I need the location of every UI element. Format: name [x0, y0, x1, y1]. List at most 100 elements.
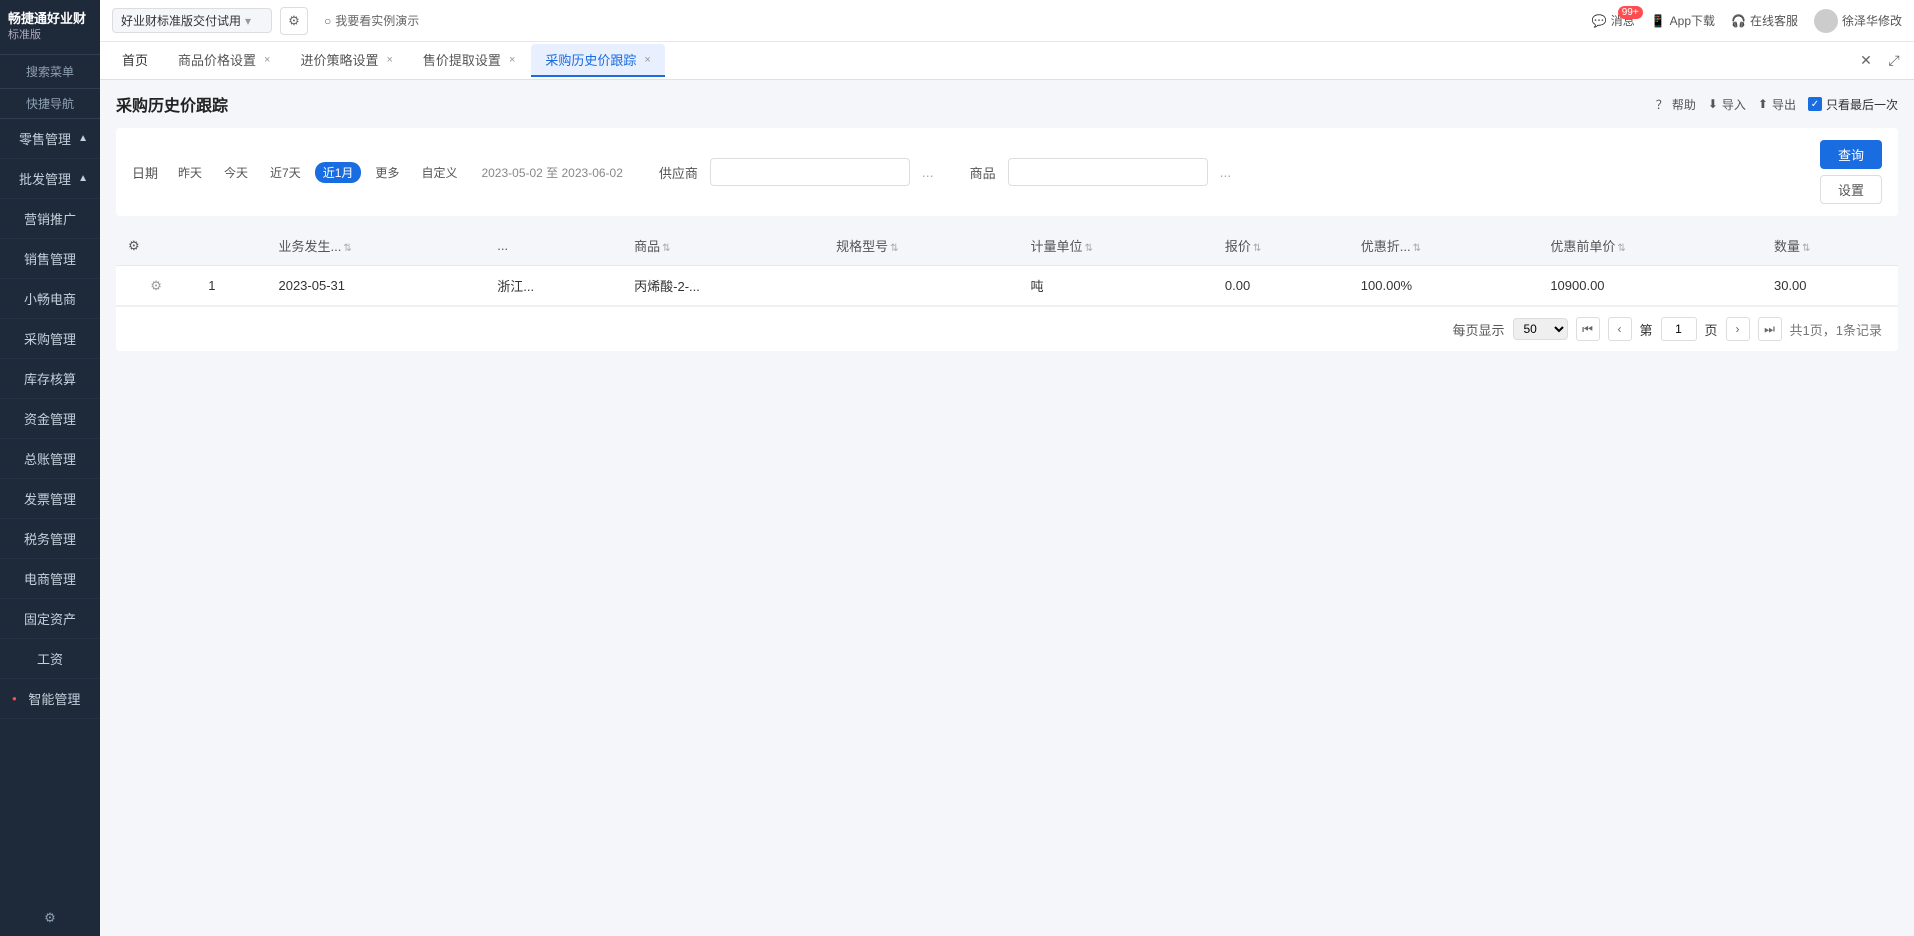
page-unit: 页	[1705, 320, 1718, 339]
sidebar-item-wholesale[interactable]: 批发管理▲	[0, 159, 100, 199]
import-icon: ⬇	[1708, 97, 1718, 111]
col-gear: ⚙	[116, 226, 196, 266]
col-discount[interactable]: 优惠折...⇅	[1349, 226, 1539, 266]
col-pre_discount_price[interactable]: 优惠前单价⇅	[1538, 226, 1762, 266]
sort-icon: ⇅	[1413, 243, 1421, 254]
date-option-更多[interactable]: 更多	[367, 162, 407, 183]
data-table-container: ⚙ 业务发生...⇅...商品⇅规格型号⇅计量单位⇅报价⇅优惠折...⇅优惠前单价…	[116, 226, 1898, 351]
sidebar: 畅捷通好业财 标准版 搜索菜单 快捷导航 零售管理▲批发管理▲营销推广销售管理小…	[0, 0, 100, 936]
col-quoted_price[interactable]: 报价⇅	[1213, 226, 1349, 266]
main-area: 好业财标准版交付试用 ▾ ⚙ ○ 我要看实例演示 💬 消息 99+ 📱 App下…	[100, 0, 1914, 936]
tab-close-icon[interactable]: ×	[644, 54, 650, 66]
table-cell: 浙江...	[485, 266, 622, 306]
sidebar-item-assets[interactable]: 固定资产	[0, 599, 100, 639]
sidebar-item-label: 营销推广	[12, 209, 88, 228]
sort-icon: ⇅	[662, 243, 670, 254]
date-option-昨天[interactable]: 昨天	[170, 162, 210, 183]
sidebar-search[interactable]: 搜索菜单	[0, 55, 100, 89]
product-more-icon[interactable]: ...	[1220, 164, 1232, 180]
sidebar-item-purchase[interactable]: 采购管理	[0, 319, 100, 359]
next-page-button[interactable]: ›	[1726, 317, 1750, 341]
sidebar-arrow-icon: ▲	[78, 133, 88, 144]
tab-label: 首页	[122, 50, 148, 69]
first-page-button[interactable]: ⏮	[1576, 317, 1600, 341]
user-name: 徐泽华修改	[1842, 12, 1902, 29]
export-icon: ⬆	[1758, 97, 1768, 111]
date-filter-label: 日期	[132, 163, 158, 182]
supplier-more-icon[interactable]: ...	[922, 164, 934, 180]
sidebar-item-label: 销售管理	[12, 249, 88, 268]
sidebar-settings[interactable]: ⚙	[0, 900, 100, 936]
page-number-input[interactable]: 1	[1661, 317, 1697, 341]
pagination: 每页显示 50 100 200 ⏮ ‹ 第 1 页 › ⏭ 共1页，1条记录	[116, 306, 1898, 351]
tab-close-icon[interactable]: ×	[386, 54, 392, 66]
sidebar-quick-nav[interactable]: 快捷导航	[0, 89, 100, 119]
col-unit[interactable]: 计量单位⇅	[1018, 226, 1212, 266]
tab-close-icon[interactable]: ×	[509, 54, 515, 66]
tab-product_price[interactable]: 商品价格设置×	[164, 44, 284, 77]
sidebar-item-marketing[interactable]: 营销推广	[0, 199, 100, 239]
sidebar-item-ai[interactable]: 智能管理	[0, 679, 100, 719]
filter-settings-button[interactable]: 设置	[1820, 175, 1882, 204]
customer-service-button[interactable]: 🎧 在线客服	[1731, 12, 1798, 29]
sidebar-item-label: 批发管理	[12, 169, 78, 188]
messages-button[interactable]: 💬 消息 99+	[1592, 12, 1635, 29]
export-button[interactable]: ⬆ 导出	[1758, 96, 1796, 113]
table-cell: 吨	[1018, 266, 1212, 306]
sidebar-logo: 畅捷通好业财 标准版	[0, 0, 100, 55]
supplier-input[interactable]	[710, 158, 910, 186]
sidebar-item-retail[interactable]: 零售管理▲	[0, 119, 100, 159]
prev-page-button[interactable]: ‹	[1608, 317, 1632, 341]
tab-sale_price[interactable]: 售价提取设置×	[409, 44, 529, 77]
checkbox-icon: ✓	[1808, 97, 1822, 111]
sidebar-item-ecommerce[interactable]: 电商管理	[0, 559, 100, 599]
demo-link[interactable]: ○ 我要看实例演示	[324, 12, 419, 29]
sidebar-item-inventory[interactable]: 库存核算	[0, 359, 100, 399]
app-download-button[interactable]: 📱 App下载	[1651, 12, 1715, 29]
only-last-checkbox[interactable]: ✓ 只看最后一次	[1808, 96, 1898, 113]
product-selector[interactable]: 好业财标准版交付试用 ▾	[112, 8, 272, 33]
tab-purchase_history[interactable]: 采购历史价跟踪×	[531, 44, 664, 77]
sidebar-item-label: 固定资产	[12, 609, 88, 628]
col-quantity[interactable]: 数量⇅	[1762, 226, 1898, 266]
sidebar-item-ecommerce_small[interactable]: 小畅电商	[0, 279, 100, 319]
last-page-button[interactable]: ⏭	[1758, 317, 1782, 341]
tab-close-icon[interactable]: ×	[264, 54, 270, 66]
table-cell: 10900.00	[1538, 266, 1762, 306]
table-row[interactable]: ⚙12023-05-31浙江...丙烯酸-2-...吨0.00100.00%10…	[116, 266, 1898, 306]
page-size-select[interactable]: 50 100 200	[1513, 318, 1568, 340]
user-menu[interactable]: 徐泽华修改	[1814, 9, 1902, 33]
tab-purchase_strategy[interactable]: 进价策略设置×	[286, 44, 406, 77]
date-option-近7天[interactable]: 近7天	[262, 162, 309, 183]
import-button[interactable]: ⬇ 导入	[1708, 96, 1746, 113]
date-option-近1月[interactable]: 近1月	[315, 162, 362, 183]
product-input[interactable]	[1008, 158, 1208, 186]
filter-buttons: 查询 设置	[1820, 140, 1882, 204]
sidebar-item-invoice[interactable]: 发票管理	[0, 479, 100, 519]
maximize-tab-button[interactable]: ⤢	[1882, 49, 1906, 73]
col-more: ...	[485, 226, 622, 266]
sidebar-item-sales[interactable]: 销售管理	[0, 239, 100, 279]
query-button[interactable]: 查询	[1820, 140, 1882, 169]
col-biz_date[interactable]: 业务发生...⇅	[266, 226, 485, 266]
sidebar-item-tax[interactable]: 税务管理	[0, 519, 100, 559]
topbar-settings-button[interactable]: ⚙	[280, 7, 308, 35]
col-product[interactable]: 商品⇅	[622, 226, 824, 266]
col-spec[interactable]: 规格型号⇅	[824, 226, 1018, 266]
sidebar-item-finance[interactable]: 资金管理	[0, 399, 100, 439]
page-header: 采购历史价跟踪 ？ 帮助 ⬇ 导入 ⬆ 导出 ✓ 只看最后一次	[116, 92, 1898, 116]
sidebar-item-label: 税务管理	[12, 529, 88, 548]
date-range-display: 2023-05-02 至 2023-06-02	[481, 164, 622, 181]
sidebar-item-label: 发票管理	[12, 489, 88, 508]
filter-row-1: 日期 昨天今天近7天近1月更多自定义 2023-05-02 至 2023-06-…	[132, 140, 1882, 204]
sidebar-item-ledger[interactable]: 总账管理	[0, 439, 100, 479]
download-icon: 📱	[1651, 14, 1666, 28]
close-tab-button[interactable]: ✕	[1854, 49, 1878, 73]
sidebar-item-label: 资金管理	[12, 409, 88, 428]
sidebar-item-payroll[interactable]: 工资	[0, 639, 100, 679]
help-button[interactable]: ？ 帮助	[1656, 96, 1696, 113]
tab-home[interactable]: 首页	[108, 44, 162, 77]
filter-bar: 日期 昨天今天近7天近1月更多自定义 2023-05-02 至 2023-06-…	[116, 128, 1898, 216]
date-option-自定义[interactable]: 自定义	[413, 162, 465, 183]
date-option-今天[interactable]: 今天	[216, 162, 256, 183]
